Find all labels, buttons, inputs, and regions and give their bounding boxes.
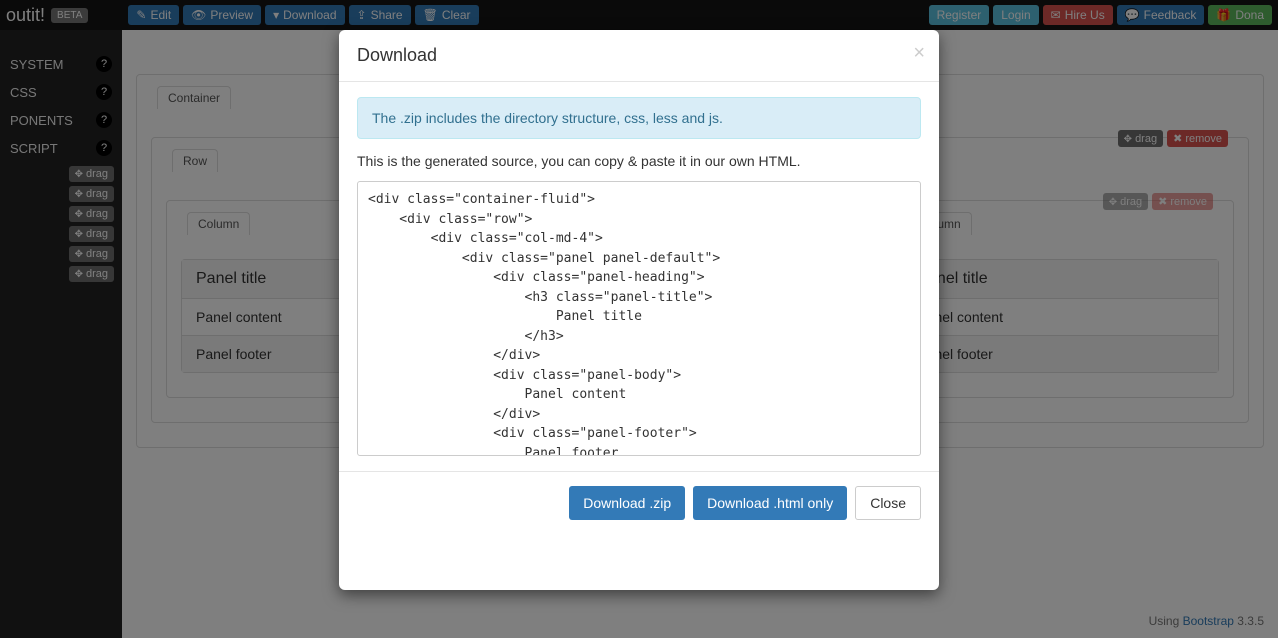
download-zip-button[interactable]: Download .zip [569, 486, 685, 520]
close-button[interactable]: Close [855, 486, 921, 520]
modal-desc: This is the generated source, you can co… [357, 153, 921, 169]
generated-source[interactable]: <div class="container-fluid"> <div class… [357, 181, 921, 456]
close-icon: × [913, 42, 925, 64]
info-alert: The .zip includes the directory structur… [357, 97, 921, 139]
modal-overlay[interactable]: Download × The .zip includes the directo… [0, 0, 1278, 638]
modal-footer: Download .zip Download .html only Close [339, 471, 939, 534]
download-modal: Download × The .zip includes the directo… [339, 30, 939, 590]
modal-close-button[interactable]: × [913, 42, 925, 65]
modal-body: The .zip includes the directory structur… [339, 82, 939, 471]
modal-title: Download [357, 45, 921, 66]
download-html-button[interactable]: Download .html only [693, 486, 847, 520]
modal-header: Download × [339, 30, 939, 82]
